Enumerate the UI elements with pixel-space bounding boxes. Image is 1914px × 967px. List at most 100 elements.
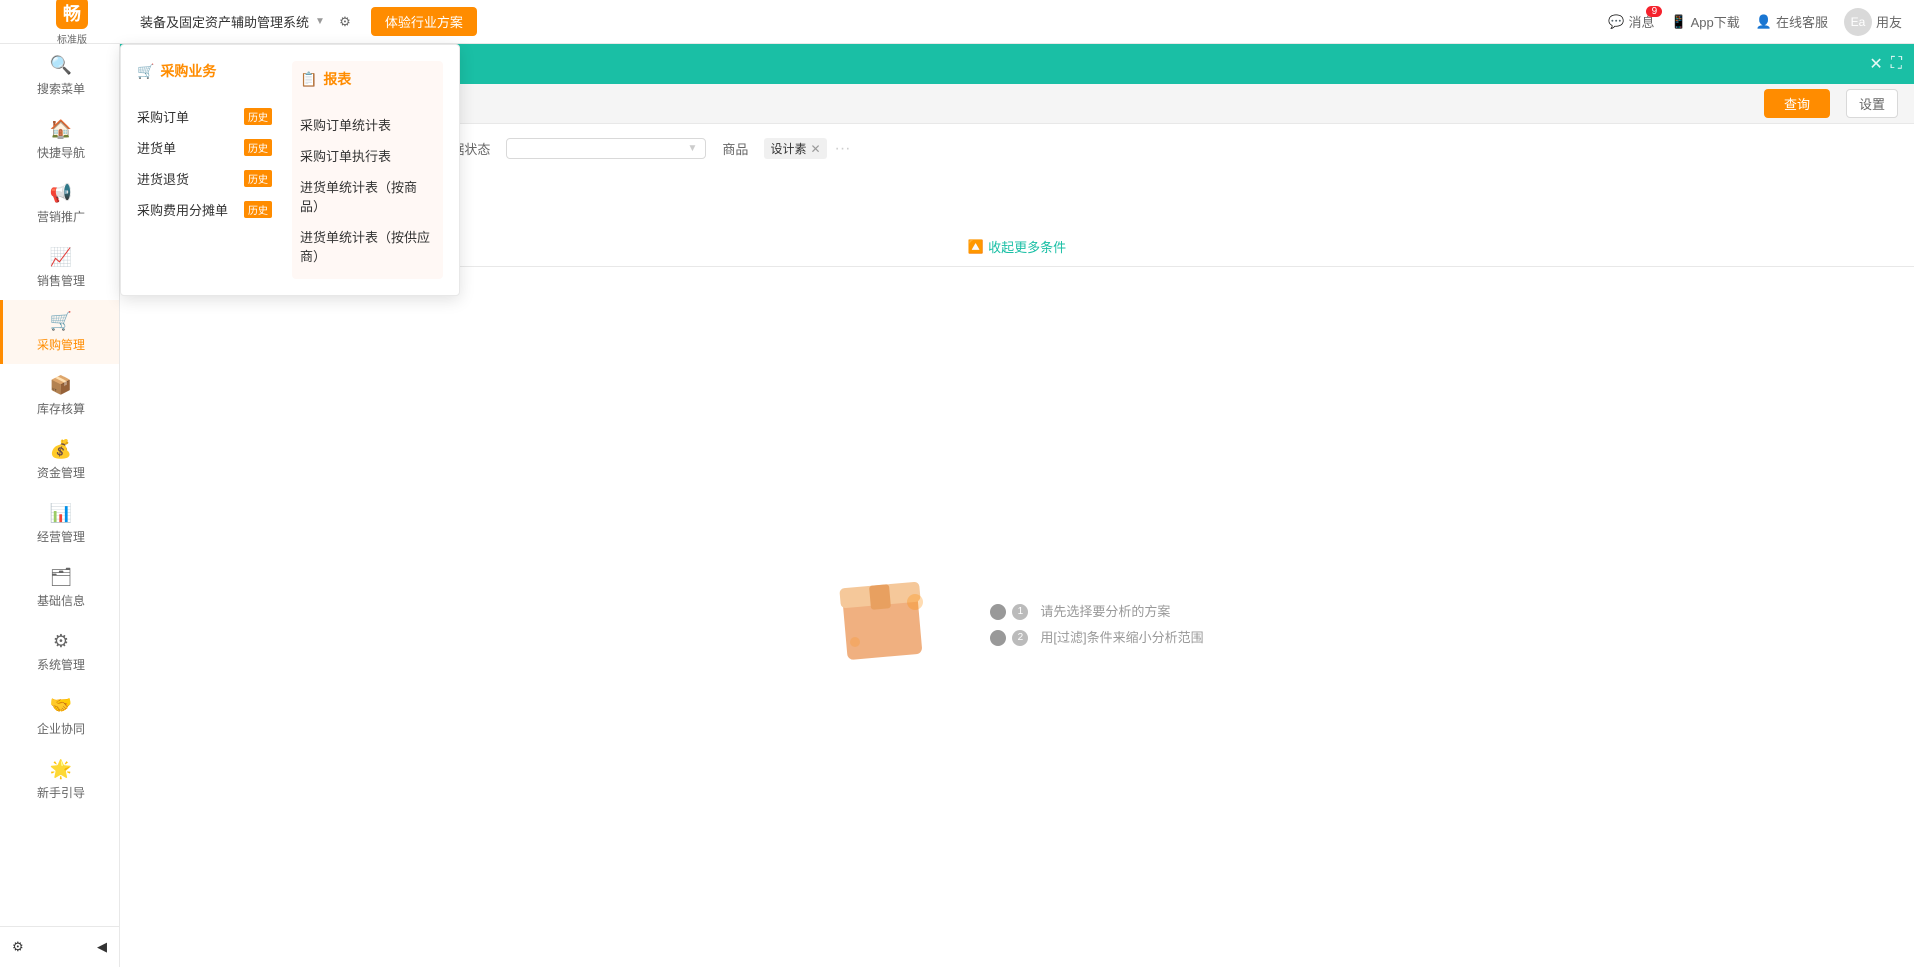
menu-item-supplier-stats[interactable]: 进货单统计表（按供应商） xyxy=(300,221,435,271)
user-btn[interactable]: Ea 用友 xyxy=(1844,8,1902,36)
tab-close-btn[interactable]: ✕ xyxy=(1869,54,1882,74)
goods-tag-text: 设计素 xyxy=(770,140,806,157)
goods-stats-label: 进货单统计表（按商品） xyxy=(300,177,435,215)
sidebar-item-finance[interactable]: 💰 资金管理 xyxy=(0,428,119,492)
return-label: 进货退货 xyxy=(137,169,189,188)
logo-icon: 畅 xyxy=(56,0,88,29)
menu-item-incoming[interactable]: 进货单 历史 xyxy=(137,132,272,163)
sidebar-label-quick: 快捷导航 xyxy=(37,144,85,161)
sidebar-item-inventory[interactable]: 📦 库存核算 xyxy=(0,364,119,428)
purchase-col-title-text: 采购业务 xyxy=(160,61,216,81)
finance-icon: 💰 xyxy=(50,439,72,460)
app-download-btn[interactable]: 📱 App下载 xyxy=(1670,12,1739,31)
menu-item-purchase-order[interactable]: 采购订单 历史 xyxy=(137,101,272,132)
sidebar-item-quick[interactable]: 🏠 快捷导航 xyxy=(0,108,119,172)
system-title-arrow[interactable]: ▼ xyxy=(315,16,325,27)
sidebar-item-guide[interactable]: 🌟 新手引导 xyxy=(0,748,119,812)
inventory-icon: 📦 xyxy=(50,375,72,396)
sidebar-label-marketing: 营销推广 xyxy=(37,208,85,225)
menu-item-order-stats[interactable]: 采购订单统计表 xyxy=(300,109,435,140)
search-icon: 🔍 xyxy=(50,55,72,76)
expense-history[interactable]: 历史 xyxy=(244,201,272,218)
sidebar-item-marketing[interactable]: 📢 营销推广 xyxy=(0,172,119,236)
sidebar-label-finance: 资金管理 xyxy=(37,464,85,481)
empty-illustration xyxy=(830,567,950,667)
purchase-col: 🛒 采购业务 采购订单 历史 进货单 历史 进货退货 历史 采购费用分摊单 历史 xyxy=(137,61,272,279)
sidebar-label-coop: 企业协同 xyxy=(37,720,85,737)
sidebar-item-business[interactable]: 📊 经营管理 xyxy=(0,492,119,556)
sidebar-item-purchase[interactable]: 🛒 采购管理 xyxy=(0,300,119,364)
sidebar-label-sales: 销售管理 xyxy=(37,272,85,289)
expense-label: 采购费用分摊单 xyxy=(137,200,228,219)
sidebar-item-system[interactable]: ⚙ 系统管理 xyxy=(0,620,119,684)
sidebar-bottom: ⚙ ◀ xyxy=(0,926,119,967)
sidebar-settings-icon[interactable]: ⚙ xyxy=(12,939,24,955)
collapse-label: 收起更多条件 xyxy=(988,237,1066,256)
report-col: 📋 报表 采购订单统计表 采购订单执行表 进货单统计表（按商品） 进货单统计表（… xyxy=(292,61,443,279)
top-bar: 畅 标准版 装备及固定资产辅助管理系统 ▼ ⚙ 体验行业方案 💬 消息 9 📱 … xyxy=(0,0,1914,44)
guide-icon: 🌟 xyxy=(50,759,72,780)
system-icon: ⚙ xyxy=(53,631,69,652)
messages-btn[interactable]: 💬 消息 9 xyxy=(1608,12,1654,31)
sales-icon: 📈 xyxy=(50,247,72,268)
sidebar-collapse-icon[interactable]: ◀ xyxy=(97,939,107,955)
collapse-btn[interactable]: 🔼 收起更多条件 xyxy=(968,237,1066,256)
goods-label: 商品 xyxy=(722,139,748,158)
online-service-label: 在线客服 xyxy=(1776,12,1828,31)
purchase-order-history[interactable]: 历史 xyxy=(244,108,272,125)
goods-dots[interactable]: ··· xyxy=(835,140,851,158)
incoming-history[interactable]: 历史 xyxy=(244,139,272,156)
sidebar-item-search[interactable]: 🔍 搜索菜单 xyxy=(0,44,119,108)
service-icon: 👤 xyxy=(1756,14,1772,30)
empty-hint-1: 1 请先选择要分析的方案 xyxy=(990,599,1203,625)
purchase-order-label: 采购订单 xyxy=(137,107,189,126)
purchase-col-icon: 🛒 xyxy=(137,63,154,80)
purchase-col-title: 🛒 采购业务 xyxy=(137,61,272,89)
order-stats-label: 采购订单统计表 xyxy=(300,115,391,134)
basic-icon: 🗂 xyxy=(50,567,73,588)
business-icon: 📊 xyxy=(50,503,72,524)
report-col-icon: 📋 xyxy=(300,71,317,88)
messages-badge: 9 xyxy=(1646,6,1662,17)
goods-tag-close[interactable]: ✕ xyxy=(810,142,820,156)
sidebar-label-system: 系统管理 xyxy=(37,656,85,673)
sidebar-label-purchase: 采购管理 xyxy=(37,336,85,353)
menu-item-return[interactable]: 进货退货 历史 xyxy=(137,163,272,194)
system-title-text: 装备及固定资产辅助管理系统 xyxy=(140,12,309,31)
menu-item-order-exec[interactable]: 采购订单执行表 xyxy=(300,140,435,171)
system-settings-icon[interactable]: ⚙ xyxy=(331,8,359,36)
menu-item-goods-stats[interactable]: 进货单统计表（按商品） xyxy=(300,171,435,221)
sidebar-label-business: 经营管理 xyxy=(37,528,85,545)
incoming-label: 进货单 xyxy=(137,138,176,157)
top-right-area: 💬 消息 9 📱 App下载 👤 在线客服 Ea 用友 xyxy=(1608,8,1902,36)
logo-area: 畅 标准版 xyxy=(12,0,132,46)
report-col-title-text: 报表 xyxy=(323,69,351,89)
empty-hint-2: 2 用[过滤]条件来缩小分析范围 xyxy=(990,625,1203,651)
menu-item-expense[interactable]: 采购费用分摊单 历史 xyxy=(137,194,272,225)
coop-icon: 🤝 xyxy=(50,695,72,716)
setting-btn[interactable]: 设置 xyxy=(1846,89,1898,118)
tab-right-btns: ✕ ⛶ xyxy=(1869,54,1914,74)
tab-expand-btn[interactable]: ⛶ xyxy=(1891,55,1902,73)
online-service-btn[interactable]: 👤 在线客服 xyxy=(1756,12,1828,31)
main-layout: 🔍 搜索菜单 🏠 快捷导航 📢 营销推广 📈 销售管理 🛒 采购管理 📦 库存核… xyxy=(0,44,1914,967)
user-label: 用友 xyxy=(1876,12,1902,31)
hint-badge-1: 1 xyxy=(1012,604,1028,620)
sidebar-item-basic[interactable]: 🗂 基础信息 xyxy=(0,556,119,620)
goods-tag: 设计素 ✕ xyxy=(764,138,826,159)
collapse-up-icon: 🔼 xyxy=(968,239,984,255)
purchase-icon: 🛒 xyxy=(50,311,72,332)
user-initials: Ea xyxy=(1851,15,1866,29)
sidebar-item-coop[interactable]: 🤝 企业协同 xyxy=(0,684,119,748)
sidebar-label-inventory: 库存核算 xyxy=(37,400,85,417)
sidebar-item-sales[interactable]: 📈 销售管理 xyxy=(0,236,119,300)
return-history[interactable]: 历史 xyxy=(244,170,272,187)
sidebar: 🔍 搜索菜单 🏠 快捷导航 📢 营销推广 📈 销售管理 🛒 采购管理 📦 库存核… xyxy=(0,44,120,967)
sidebar-label-guide: 新手引导 xyxy=(37,784,85,801)
message-icon: 💬 xyxy=(1608,14,1624,30)
industry-btn[interactable]: 体验行业方案 xyxy=(371,7,477,36)
empty-hints: 1 请先选择要分析的方案 2 用[过滤]条件来缩小分析范围 xyxy=(990,599,1203,651)
bill-status-input[interactable]: ▼ xyxy=(506,138,706,159)
query-btn[interactable]: 查询 xyxy=(1764,89,1830,118)
marketing-icon: 📢 xyxy=(50,183,72,204)
